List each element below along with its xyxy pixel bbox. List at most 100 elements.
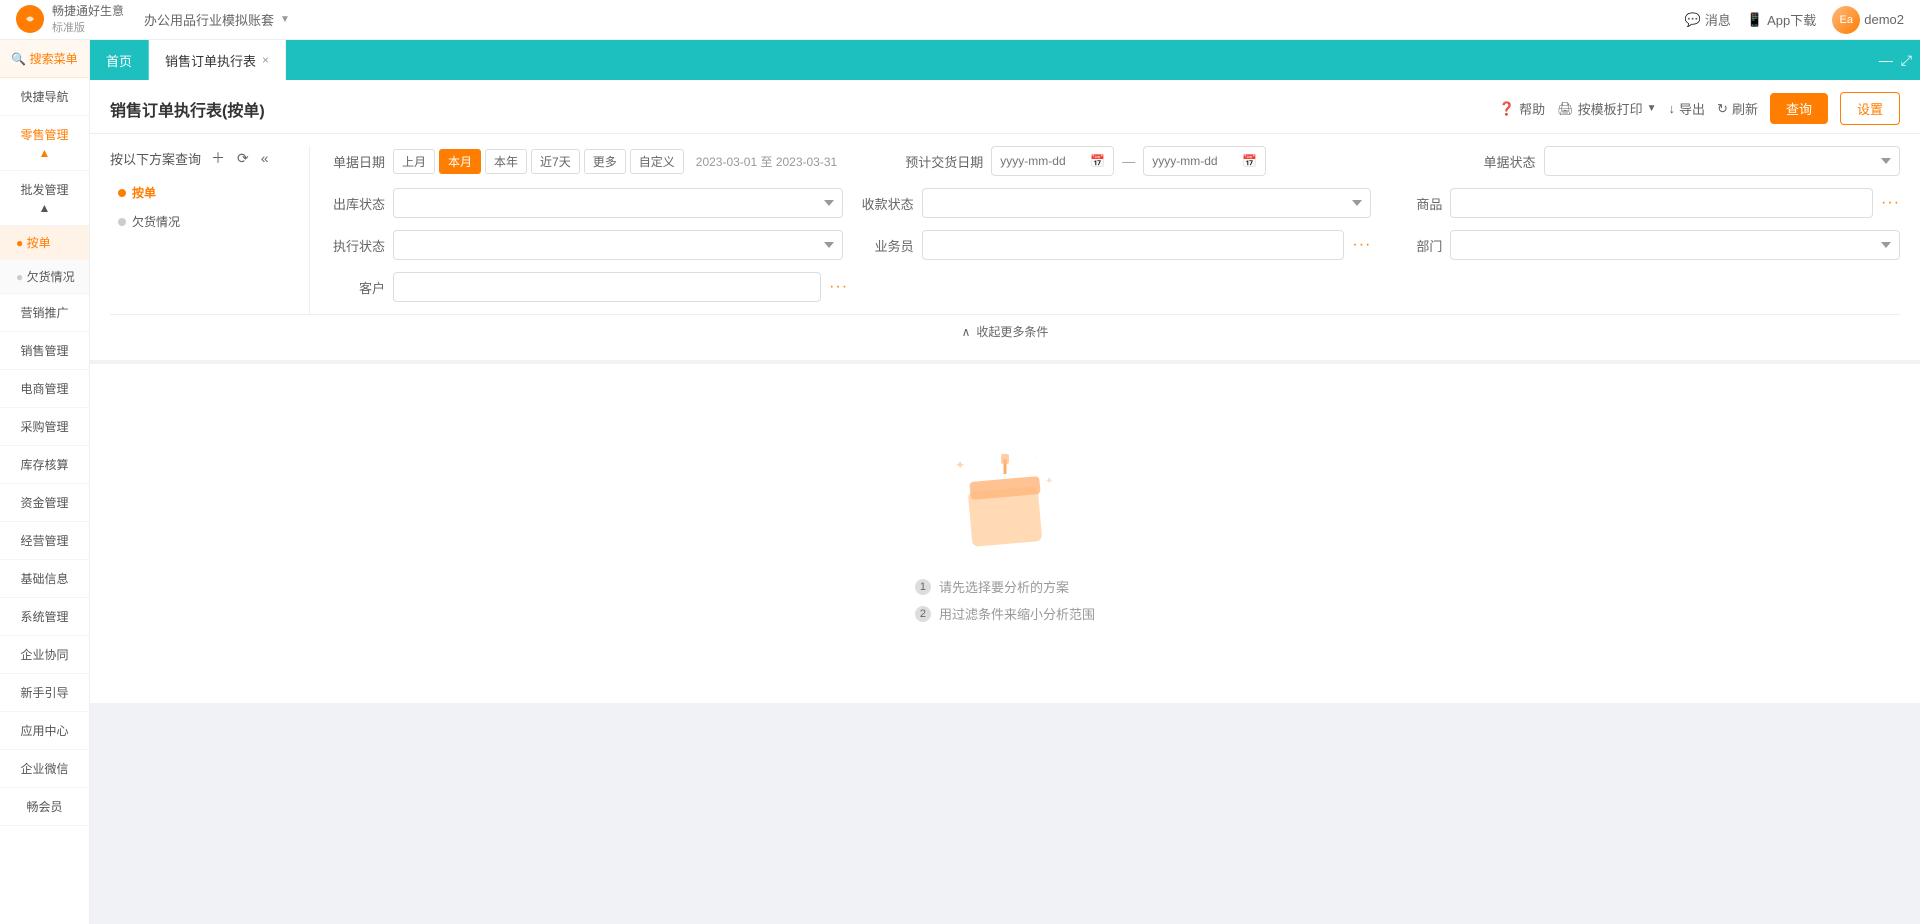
filter-collapse-button[interactable]: « bbox=[257, 146, 273, 170]
sidebar-item-system[interactable]: 系统管理 bbox=[0, 598, 89, 636]
message-icon: 💬 bbox=[1685, 12, 1701, 28]
filter-sub-按单[interactable]: 按单 bbox=[118, 178, 293, 207]
settings-button[interactable]: 设置 bbox=[1840, 92, 1900, 125]
user-area[interactable]: Ea demo2 bbox=[1832, 6, 1904, 34]
receive-status-select[interactable] bbox=[922, 188, 1372, 218]
customer-more-button[interactable]: ··· bbox=[829, 278, 848, 296]
export-button[interactable]: ↓ 导出 bbox=[1669, 99, 1706, 118]
salesperson-more-button[interactable]: ··· bbox=[1352, 236, 1371, 254]
date-btn-custom[interactable]: 自定义 bbox=[630, 149, 684, 174]
app-download-button[interactable]: 📱 App下载 bbox=[1747, 10, 1816, 29]
sidebar-item-finance[interactable]: 资金管理 bbox=[0, 484, 89, 522]
print-icon: 🖨 bbox=[1557, 101, 1574, 117]
tab-active[interactable]: 销售订单执行表 × bbox=[149, 40, 286, 80]
logo-text: 畅捷通好生意 bbox=[52, 4, 124, 18]
expected-date-start-wrapper: 📅 bbox=[991, 146, 1114, 176]
sidebar-sales-label: 销售管理 bbox=[20, 342, 68, 359]
tab-home[interactable]: 首页 bbox=[90, 40, 149, 80]
help-label: 帮助 bbox=[1519, 99, 1545, 118]
expected-date-start-input[interactable] bbox=[1000, 154, 1090, 168]
filter-row-3: 执行状态 业务员 ··· 部门 bbox=[330, 230, 1900, 260]
filter-sub-dot-gray bbox=[118, 218, 126, 226]
sidebar-item-appstore[interactable]: 应用中心 bbox=[0, 712, 89, 750]
filter-sub-欠货情况-label: 欠货情况 bbox=[132, 213, 180, 230]
date-btn-group: 上月 本月 本年 近7天 更多 自定义 bbox=[393, 149, 684, 174]
sidebar-item-member[interactable]: 畅会员 bbox=[0, 788, 89, 826]
sidebar-sub-欠货-label: 欠货情况 bbox=[27, 270, 75, 284]
date-btn-this-month[interactable]: 本月 bbox=[439, 149, 481, 174]
filter-btn-group: ＋ ⟳ « bbox=[207, 146, 273, 170]
tab-bar: 首页 销售订单执行表 × — ⤢ bbox=[90, 40, 1920, 80]
query-button[interactable]: 查询 bbox=[1770, 93, 1828, 124]
sidebar-item-inventory[interactable]: 库存核算 bbox=[0, 446, 89, 484]
sidebar-item-wechat[interactable]: 企业微信 bbox=[0, 750, 89, 788]
goods-input[interactable] bbox=[1450, 188, 1873, 218]
collapse-button[interactable]: ∧ 收起更多条件 bbox=[110, 314, 1900, 348]
sidebar-finance-label: 资金管理 bbox=[20, 494, 68, 511]
sidebar-system-label: 系统管理 bbox=[20, 608, 68, 625]
sidebar-item-guide[interactable]: 新手引导 bbox=[0, 674, 89, 712]
date-btn-more[interactable]: 更多 bbox=[584, 149, 626, 174]
dept-select[interactable] bbox=[1450, 230, 1900, 260]
tab-bar-right: — ⤢ bbox=[1879, 52, 1920, 69]
sidebar-item-marketing[interactable]: 营销推广 bbox=[0, 294, 89, 332]
filter-group-dept: 部门 bbox=[1387, 230, 1900, 260]
doc-status-select[interactable] bbox=[1544, 146, 1900, 176]
calendar-icon-start: 📅 bbox=[1090, 154, 1105, 168]
sidebar-sub-按单[interactable]: ● 按单 bbox=[0, 226, 89, 260]
sidebar-item-management[interactable]: 经营管理 bbox=[0, 522, 89, 560]
empty-text-area: 1 请先选择要分析的方案 2 用过滤条件来缩小分析范围 bbox=[915, 577, 1095, 623]
tab-minimize-icon[interactable]: — bbox=[1879, 52, 1893, 68]
customer-input[interactable] bbox=[393, 272, 821, 302]
download-icon: 📱 bbox=[1747, 12, 1763, 28]
date-btn-last-month[interactable]: 上月 bbox=[393, 149, 435, 174]
sidebar-marketing-label: 营销推广 bbox=[20, 304, 68, 321]
tab-expand-icon[interactable]: ⤢ bbox=[1901, 52, 1912, 69]
sidebar-wholesale-arrow: ▲ bbox=[39, 201, 51, 215]
filter-add-button[interactable]: ＋ bbox=[207, 146, 229, 170]
filter-sub-items: 按单 欠货情况 bbox=[110, 178, 293, 236]
refresh-button[interactable]: ↻ 刷新 bbox=[1717, 99, 1758, 118]
sidebar-item-retail[interactable]: 零售管理 ▲ bbox=[0, 116, 89, 171]
sidebar-item-wholesale[interactable]: 批发管理 ▲ bbox=[0, 171, 89, 226]
goods-more-button[interactable]: ··· bbox=[1881, 194, 1900, 212]
help-icon: ❓ bbox=[1499, 101, 1515, 117]
sidebar-member-label: 畅会员 bbox=[26, 798, 62, 815]
sidebar-item-purchase[interactable]: 采购管理 bbox=[0, 408, 89, 446]
salesperson-input[interactable] bbox=[922, 230, 1345, 260]
collapse-label: 收起更多条件 bbox=[976, 323, 1048, 340]
tab-close-icon[interactable]: × bbox=[262, 53, 269, 67]
print-button[interactable]: 🖨 按模板打印 ▼ bbox=[1557, 99, 1656, 118]
empty-text-2: 用过滤条件来缩小分析范围 bbox=[939, 604, 1095, 623]
date-btn-7days[interactable]: 近7天 bbox=[531, 149, 580, 174]
expected-date-end-input[interactable] bbox=[1152, 154, 1242, 168]
sidebar-retail-arrow: ▲ bbox=[39, 146, 51, 160]
filter-refresh-button[interactable]: ⟳ bbox=[233, 146, 253, 170]
empty-text-1: 请先选择要分析的方案 bbox=[939, 577, 1069, 596]
filter-row-4: 客户 ··· bbox=[330, 272, 1900, 302]
sidebar-item-enterprise[interactable]: 企业协同 bbox=[0, 636, 89, 674]
sidebar-item-basic[interactable]: 基础信息 bbox=[0, 560, 89, 598]
sidebar-item-nav[interactable]: 快捷导航 bbox=[0, 78, 89, 116]
svg-text:✦: ✦ bbox=[1045, 476, 1053, 487]
filter-sub-欠货情况[interactable]: 欠货情况 bbox=[118, 207, 293, 236]
empty-text-item-2: 2 用过滤条件来缩小分析范围 bbox=[915, 604, 1095, 623]
header-dropdown-icon[interactable]: ▼ bbox=[280, 14, 290, 25]
filter-section-label: 按以下方案查询 bbox=[110, 149, 201, 168]
goods-label: 商品 bbox=[1387, 194, 1442, 213]
logo-icon bbox=[16, 5, 44, 33]
sidebar-item-ecom[interactable]: 电商管理 bbox=[0, 370, 89, 408]
refresh-icon: ↻ bbox=[1717, 101, 1728, 117]
filter-row-1: 单据日期 上月 本月 本年 近7天 更多 自定义 2023-03-01 至 20… bbox=[330, 146, 1900, 176]
sidebar-search[interactable]: 🔍 搜索菜单 bbox=[0, 40, 89, 78]
message-button[interactable]: 💬 消息 bbox=[1685, 10, 1731, 29]
date-btn-this-year[interactable]: 本年 bbox=[485, 149, 527, 174]
sidebar-sub-欠货[interactable]: ● 欠货情况 bbox=[0, 260, 89, 294]
help-button[interactable]: ❓ 帮助 bbox=[1499, 99, 1545, 118]
sidebar-item-sales[interactable]: 销售管理 bbox=[0, 332, 89, 370]
date-label: 单据日期 bbox=[330, 152, 385, 171]
exec-status-select[interactable] bbox=[393, 230, 843, 260]
exec-status-label: 执行状态 bbox=[330, 236, 385, 255]
top-header: 畅捷通好生意 标准版 办公用品行业模拟账套 ▼ 💬 消息 📱 App下载 Ea … bbox=[0, 0, 1920, 40]
out-status-select[interactable] bbox=[393, 188, 843, 218]
